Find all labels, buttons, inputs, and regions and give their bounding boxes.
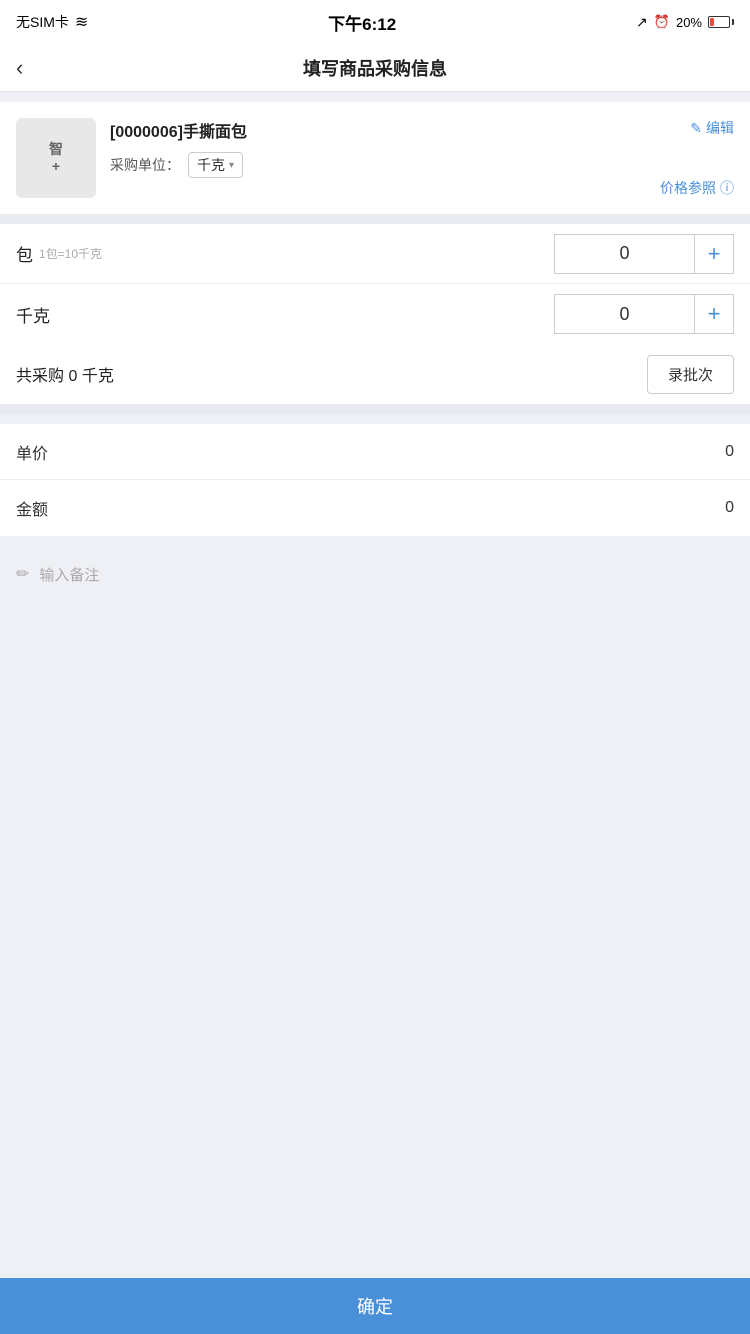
unit-price-row: 单价 0 xyxy=(0,424,750,480)
unit-value: 千克 xyxy=(197,155,225,175)
main-content: 智+ [0000006]手撕面包 采购单位： 千克 ▾ ✎ 编辑 价格参照 ⓘ … xyxy=(0,92,750,1334)
section-divider-2 xyxy=(0,404,750,414)
product-unit-row: 采购单位： 千克 ▾ xyxy=(110,152,734,178)
edit-button[interactable]: ✎ 编辑 xyxy=(690,118,734,138)
summary-label: 共采购 0 千克 xyxy=(16,362,647,386)
bao-label: 包 xyxy=(16,241,33,266)
summary-amount: 0 xyxy=(68,368,77,385)
kg-plus-button[interactable]: + xyxy=(694,294,734,334)
unit-price-label: 单价 xyxy=(16,440,725,464)
status-bar: 无SIM卡 下午6:12 ↗ ⏰ 20% xyxy=(0,0,750,44)
note-placeholder: 输入备注 xyxy=(39,564,99,585)
product-image: 智+ xyxy=(16,118,96,198)
confirm-button[interactable]: 确定 xyxy=(0,1278,750,1334)
chevron-down-icon: ▾ xyxy=(229,160,234,171)
bao-plus-button[interactable]: + xyxy=(694,234,734,274)
status-left: 无SIM卡 xyxy=(16,12,88,32)
amount-label: 金额 xyxy=(16,496,725,520)
bao-input-field: + xyxy=(554,234,734,274)
nav-bar: ‹ 填写商品采购信息 xyxy=(0,44,750,92)
status-right: ↗ ⏰ 20% xyxy=(636,14,734,31)
note-section[interactable]: ✏ 输入备注 xyxy=(0,546,750,602)
amount-value: 0 xyxy=(725,499,734,517)
status-time: 下午6:12 xyxy=(328,10,396,35)
batch-button[interactable]: 录批次 xyxy=(647,355,734,394)
summary-row: 共采购 0 千克 录批次 xyxy=(0,344,750,404)
page-title: 填写商品采购信息 xyxy=(303,55,447,81)
info-icon: ⓘ xyxy=(720,178,734,198)
battery-percent: 20% xyxy=(676,15,702,30)
summary-unit: 千克 xyxy=(82,368,114,385)
content-filler xyxy=(0,602,750,1278)
price-ref-label: 价格参照 xyxy=(660,178,716,198)
location-icon: ↗ xyxy=(636,14,648,31)
wifi-icon xyxy=(75,12,88,32)
price-section: 单价 0 金额 0 xyxy=(0,424,750,536)
unit-label: 采购单位： xyxy=(110,155,180,175)
kg-qty-input[interactable] xyxy=(554,294,694,334)
back-button[interactable]: ‹ xyxy=(16,55,56,81)
bao-qty-input[interactable] xyxy=(554,234,694,274)
product-logo: 智+ xyxy=(49,141,63,175)
unit-selector[interactable]: 千克 ▾ xyxy=(188,152,243,178)
product-card: 智+ [0000006]手撕面包 采购单位： 千克 ▾ ✎ 编辑 价格参照 ⓘ xyxy=(0,102,750,214)
product-info: [0000006]手撕面包 采购单位： 千克 ▾ xyxy=(110,118,734,178)
input-section: 包 1包=10千克 + 千克 + xyxy=(0,224,750,344)
edit-pencil-icon: ✎ xyxy=(690,120,702,137)
kg-label: 千克 xyxy=(16,302,50,327)
unit-price-value: 0 xyxy=(725,443,734,461)
battery-icon xyxy=(708,16,734,28)
amount-row: 金额 0 xyxy=(0,480,750,536)
edit-label: 编辑 xyxy=(706,118,734,138)
section-divider-1 xyxy=(0,214,750,224)
kg-input-row: 千克 + xyxy=(0,284,750,344)
bao-sublabel: 1包=10千克 xyxy=(39,245,554,262)
pencil-icon: ✏ xyxy=(16,564,29,584)
kg-input-field: + xyxy=(554,294,734,334)
sim-label: 无SIM卡 xyxy=(16,12,69,32)
product-name: [0000006]手撕面包 xyxy=(110,118,734,142)
alarm-icon: ⏰ xyxy=(654,14,670,30)
bao-input-row: 包 1包=10千克 + xyxy=(0,224,750,284)
price-ref-button[interactable]: 价格参照 ⓘ xyxy=(660,178,734,198)
